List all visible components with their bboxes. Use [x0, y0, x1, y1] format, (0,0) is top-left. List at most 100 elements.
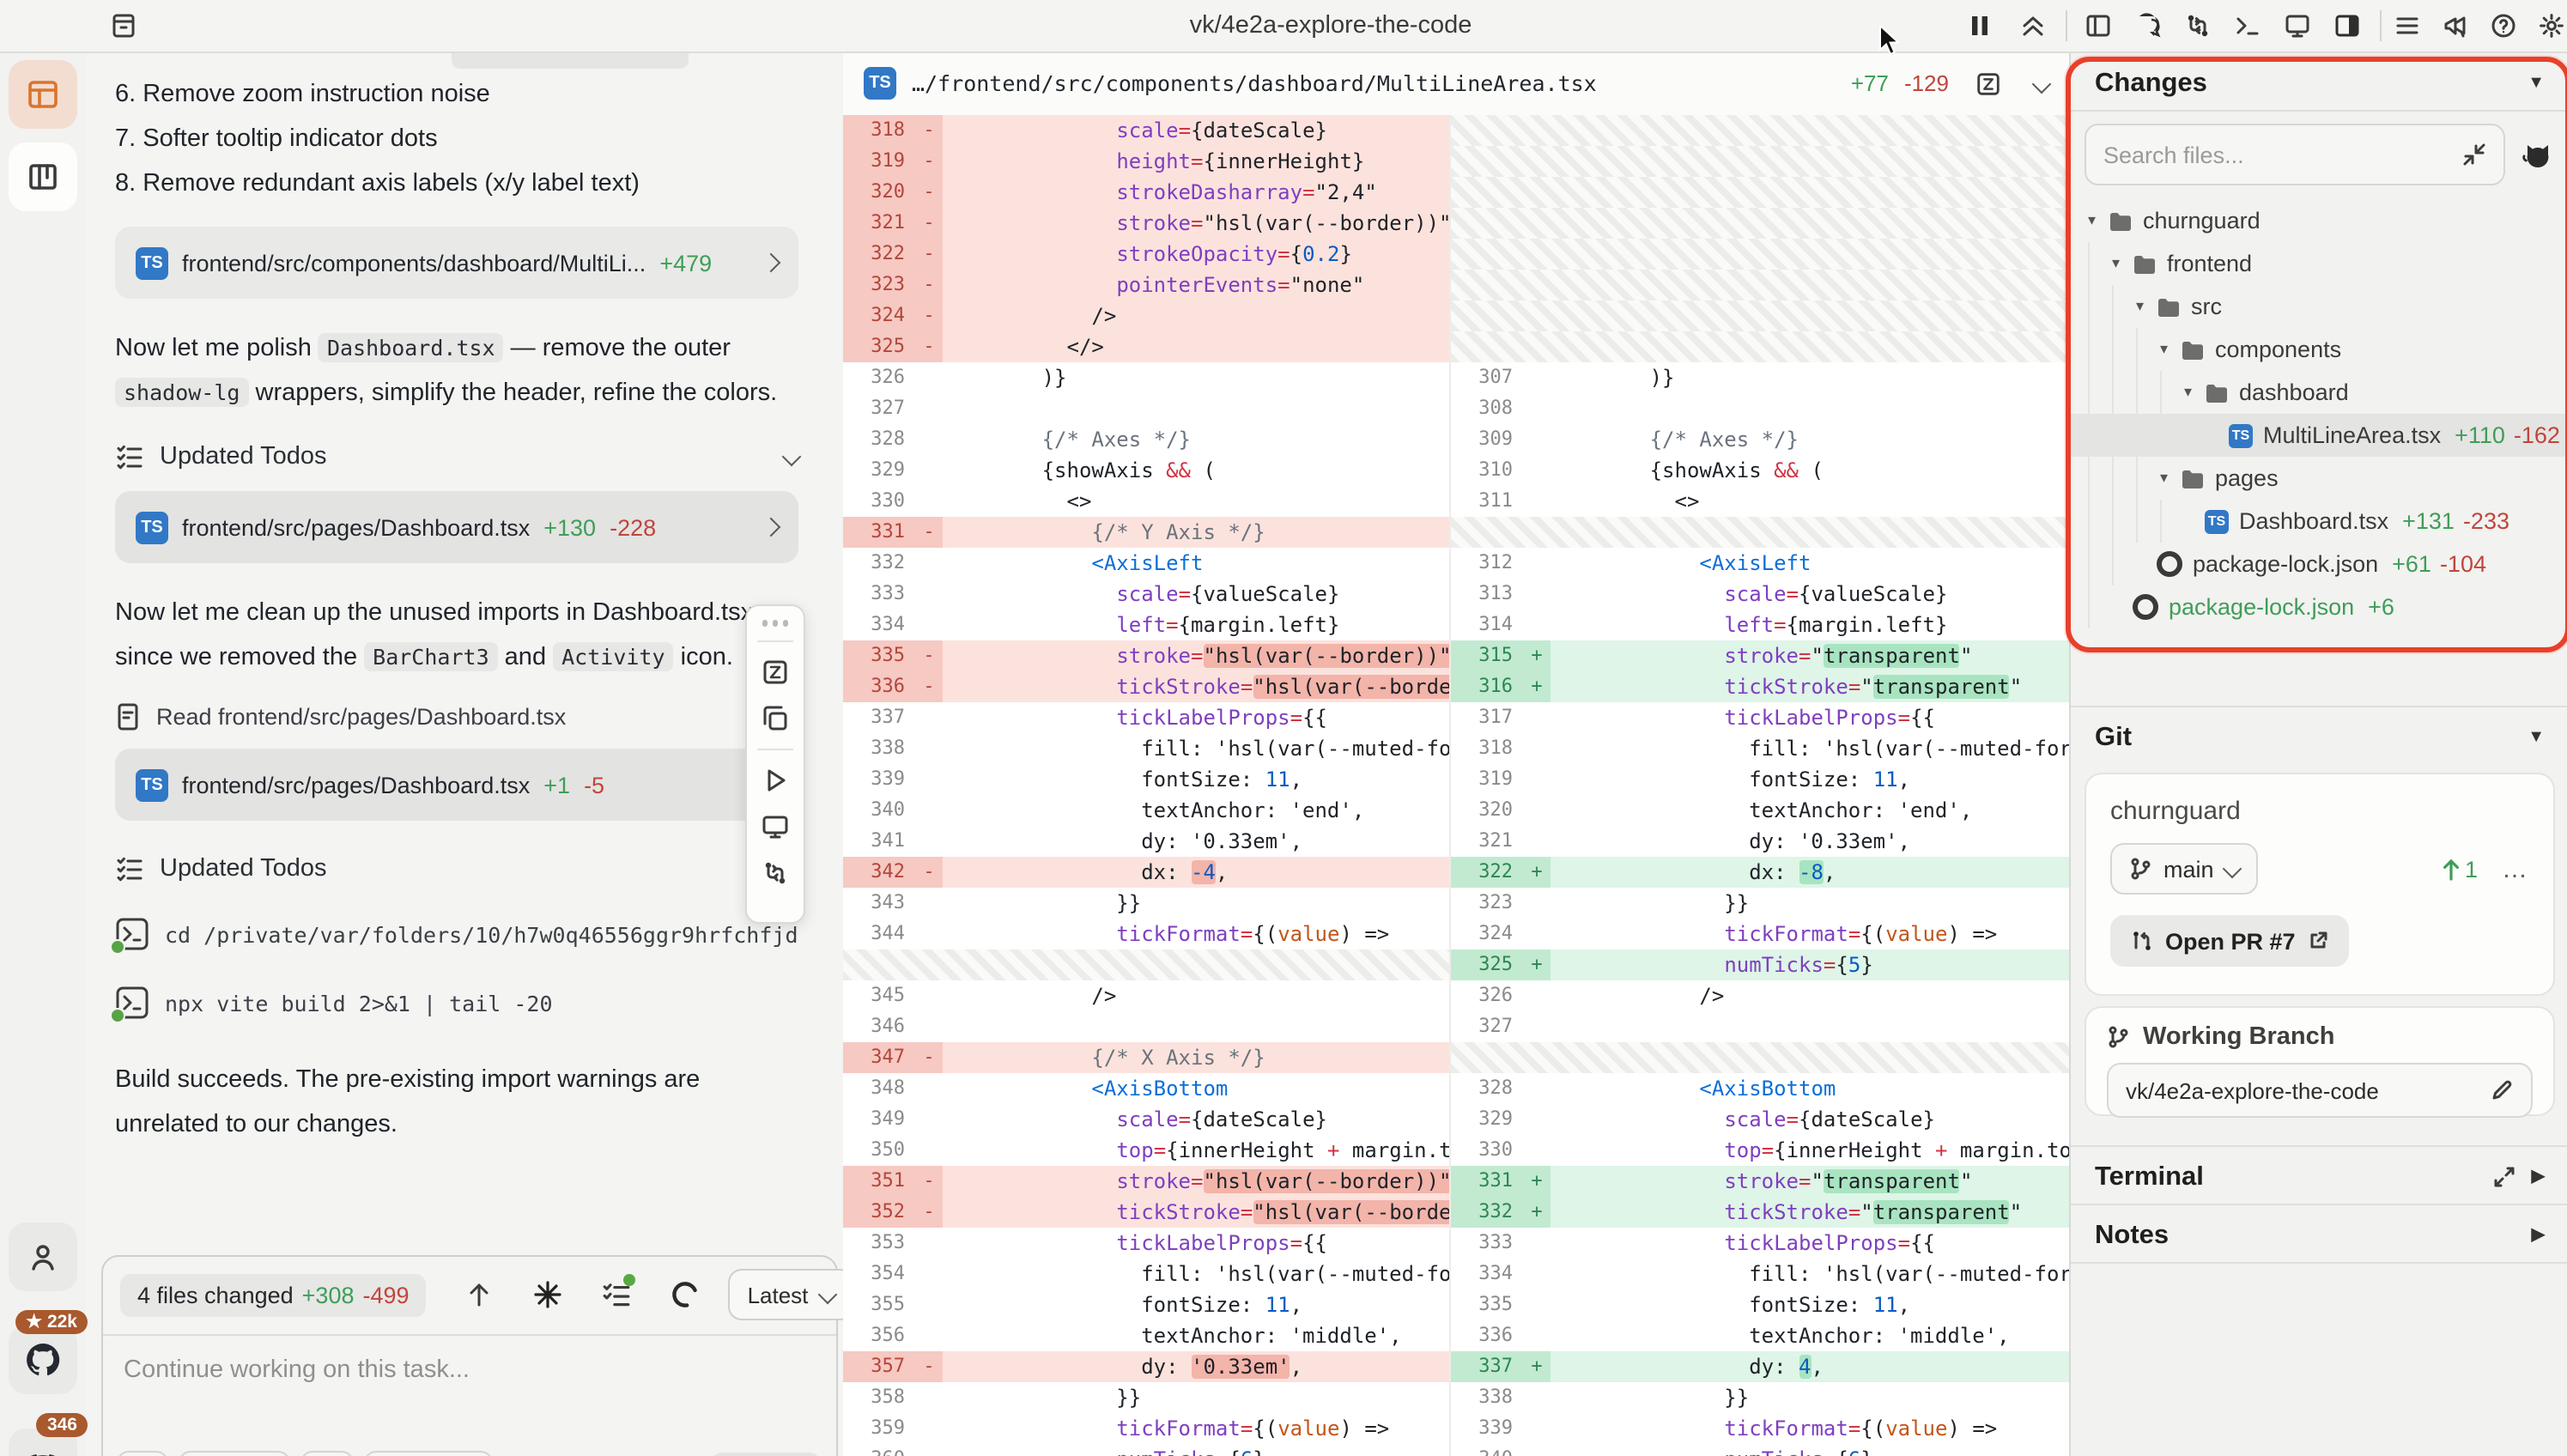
menu-icon[interactable]	[2394, 12, 2421, 39]
monitor-icon[interactable]	[2284, 12, 2311, 39]
terminal-icon[interactable]	[2234, 12, 2261, 39]
file-change-chip[interactable]: TS frontend/src/pages/Dashboard.tsx +1 -…	[115, 749, 798, 821]
line-number: 324	[843, 300, 915, 331]
diff-line: 328 {/* Axes */}	[843, 424, 1451, 455]
chat-bubble-icon[interactable]	[2134, 12, 2162, 39]
panel-left-icon[interactable]	[2085, 12, 2112, 39]
line-number: 329	[1451, 1104, 1523, 1135]
burst-icon[interactable]	[533, 1279, 564, 1310]
rail-tab-board[interactable]	[9, 143, 77, 211]
diff-line: 321- stroke="hsl(var(--border))"	[843, 208, 1451, 239]
diff-line: 321 dy: '0.33em',	[1451, 826, 2069, 857]
tree-folder-frontend[interactable]: ▾frontend	[2071, 242, 2567, 285]
play-icon[interactable]	[761, 765, 790, 794]
branch-dropdown[interactable]: main	[2110, 843, 2259, 895]
rail-github-button[interactable]: ★ 22k	[9, 1326, 77, 1394]
rail-discord-button[interactable]: 346	[9, 1429, 77, 1456]
line-number: 326	[1451, 980, 1523, 1011]
right-sidebar: Changes ▼ Search files... ▾churnguard▾fr…	[2069, 52, 2567, 1456]
model-dropdown[interactable]: Opus	[179, 1451, 290, 1456]
diff-line	[843, 949, 1451, 980]
panel-right-icon[interactable]	[2333, 12, 2361, 39]
diff-line: 357- dy: '0.33em',	[843, 1351, 1451, 1382]
caret-down-icon: ▾	[2136, 297, 2157, 316]
diff-line: 355 fontSize: 11,	[843, 1289, 1451, 1320]
line-number: 333	[843, 579, 915, 610]
pencil-icon[interactable]	[2490, 1078, 2514, 1102]
diff-line: 330 <>	[843, 486, 1451, 517]
todos-indicator-icon[interactable]	[602, 1279, 633, 1310]
drag-handle-dots[interactable]	[762, 620, 789, 626]
archive-icon[interactable]	[110, 12, 137, 39]
terminal-command-row[interactable]: npx vite build 2>&1 | tail -20	[115, 982, 798, 1023]
diff-row: 357- dy: '0.33em',337+ dy: 4,	[843, 1351, 2069, 1382]
tree-file-MultiLineArea.tsx[interactable]: TSMultiLineArea.tsx+110-162	[2071, 414, 2567, 457]
notes-section-header[interactable]: Notes ▶	[2071, 1212, 2567, 1259]
tree-file-Dashboard.tsx[interactable]: TSDashboard.tsx+131-233	[2071, 500, 2567, 543]
search-files-input[interactable]: Search files...	[2085, 124, 2505, 185]
arrow-up-icon[interactable]	[464, 1279, 495, 1310]
terminal-section-header[interactable]: Terminal ▶	[2071, 1154, 2567, 1200]
tree-folder-pages[interactable]: ▾pages	[2071, 457, 2567, 500]
diff-row: 321- stroke="hsl(var(--border))"	[843, 208, 2069, 239]
triangle-right-icon[interactable]: ▶	[2532, 1168, 2545, 1186]
pause-icon[interactable]	[1966, 12, 1994, 39]
git-section-header[interactable]: Git ▼	[2071, 714, 2567, 761]
diff-row: 323- pointerEvents="none"	[843, 270, 2069, 300]
expand-icon[interactable]	[2494, 1166, 2516, 1188]
send-button[interactable]: Send	[709, 1452, 822, 1456]
tree-file-package-lock.json[interactable]: package-lock.json+61-104	[2071, 543, 2567, 585]
tree-folder-components[interactable]: ▾components	[2071, 328, 2567, 371]
diff-line: 327	[1451, 1011, 2069, 1042]
latest-dropdown[interactable]: Latest	[729, 1269, 845, 1320]
rail-tab-layout[interactable]	[9, 60, 77, 129]
typescript-file-icon: TS	[136, 511, 168, 543]
tree-folder-churnguard[interactable]: ▾churnguard	[2071, 199, 2567, 242]
read-file-row[interactable]: Read frontend/src/pages/Dashboard.tsx	[115, 701, 798, 731]
chevrons-up-icon[interactable]	[2019, 12, 2047, 39]
git-compare-icon[interactable]	[2184, 12, 2212, 39]
settings-gear-icon[interactable]	[2538, 12, 2565, 39]
rail-account-button[interactable]	[9, 1222, 77, 1291]
help-icon[interactable]	[2490, 12, 2517, 39]
tree-folder-dashboard[interactable]: ▾dashboard	[2071, 371, 2567, 414]
updated-todos-row[interactable]: Updated Todos	[115, 440, 798, 474]
git-compare-icon[interactable]	[761, 858, 790, 887]
discord-count-badge: 346	[37, 1413, 88, 1437]
settings-sliders-button[interactable]	[117, 1451, 168, 1456]
cat-filter-icon[interactable]	[2522, 139, 2555, 170]
collapse-icon[interactable]	[2462, 143, 2486, 167]
app-window: vk/4e2a-explore-the-code ★ 22k	[0, 0, 2567, 1456]
copy-icon[interactable]	[761, 703, 790, 732]
mode-dropdown[interactable]: Default	[364, 1451, 493, 1456]
working-branch-input[interactable]: vk/4e2a-explore-the-code	[2107, 1063, 2533, 1118]
stamp-icon[interactable]	[761, 657, 790, 686]
file-change-chip[interactable]: TS frontend/src/components/dashboard/Mul…	[115, 227, 798, 299]
diff-line: 310 {showAxis && (	[1451, 455, 2069, 486]
line-number: 350	[843, 1135, 915, 1166]
stamp-icon[interactable]	[1975, 70, 2002, 97]
diff-line: 354 fill: 'hsl(var(--muted-foreground))'…	[843, 1259, 1451, 1289]
diff-header: TS …/frontend/src/components/dashboard/M…	[843, 52, 2069, 117]
file-change-chip[interactable]: TS frontend/src/pages/Dashboard.tsx +130…	[115, 491, 798, 563]
diff-row: 334 left={margin.left}314 left={margin.l…	[843, 610, 2069, 640]
updated-todos-row[interactable]: Updated Todos	[115, 852, 798, 886]
open-pr-button[interactable]: Open PR #7	[2110, 915, 2349, 967]
diff-row: 346327	[843, 1011, 2069, 1042]
changes-section-header[interactable]: Changes ▼	[2071, 60, 2567, 106]
diff-line: 324- />	[843, 300, 1451, 331]
fast-forward-button[interactable]	[300, 1451, 354, 1456]
terminal-command-row[interactable]: cd /private/var/folders/10/h7w0q46556ggr…	[115, 913, 798, 955]
megaphone-icon[interactable]	[2442, 12, 2469, 39]
more-menu[interactable]: …	[2502, 854, 2529, 883]
chevron-down-icon[interactable]	[2032, 74, 2052, 94]
message-input[interactable]: Continue working on this task...	[124, 1356, 816, 1384]
clipped-message-line	[115, 52, 798, 72]
line-number: 316	[1451, 671, 1523, 702]
inline-code-chip: BarChart3	[364, 642, 497, 671]
tree-file-package-lock.json[interactable]: package-lock.json+6	[2071, 585, 2567, 628]
tree-folder-src[interactable]: ▾src	[2071, 285, 2567, 328]
monitor-icon[interactable]	[761, 811, 790, 840]
diff-row: 352- tickStroke="hsl(var(--border))"332+…	[843, 1197, 2069, 1228]
files-changed-chip[interactable]: 4 files changed +308 -499	[120, 1273, 427, 1316]
